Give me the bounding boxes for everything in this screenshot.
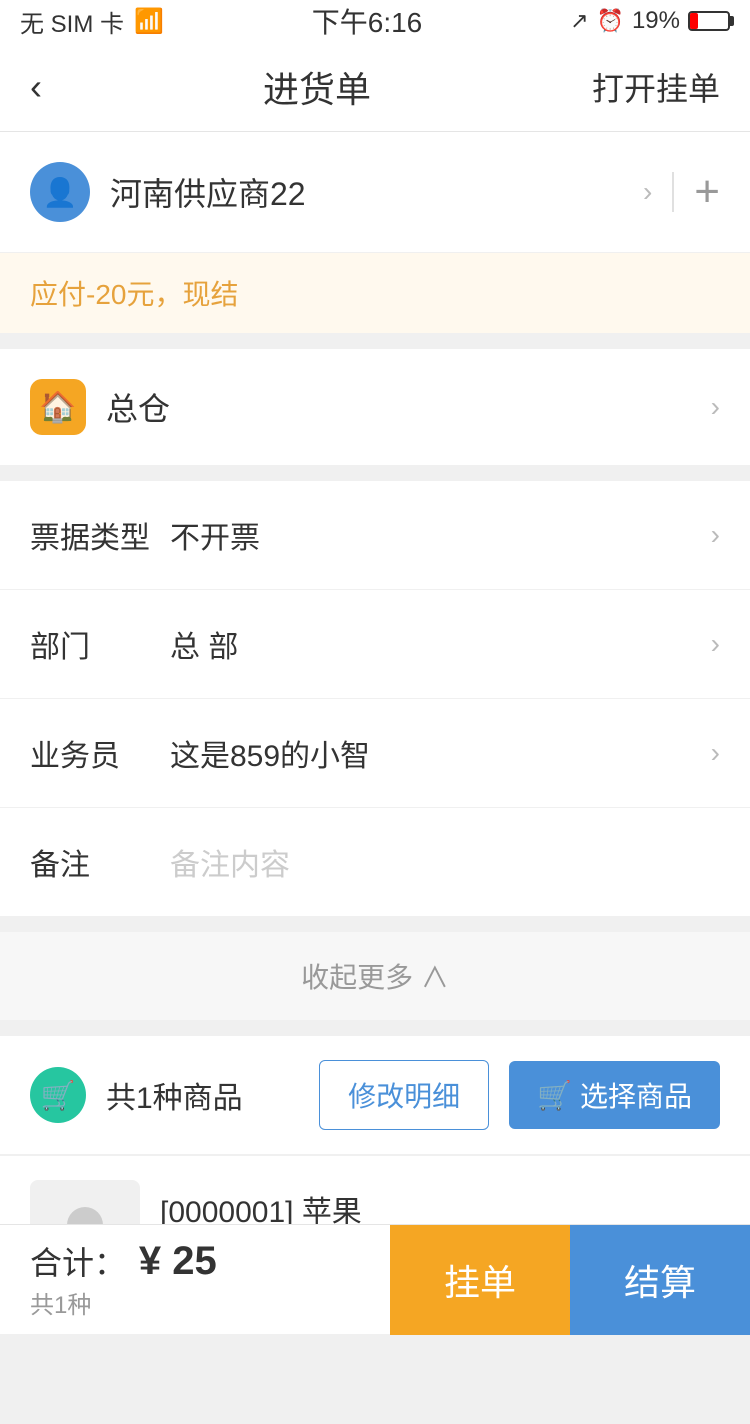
department-value: 总 部: [170, 622, 711, 666]
warehouse-section[interactable]: 🏠 总仓 ›: [0, 349, 750, 465]
department-chevron-icon: ›: [711, 628, 720, 660]
status-right: ↗ ⏰ 19%: [570, 7, 730, 35]
bag-icon: 🛒: [41, 1079, 76, 1112]
remark-row[interactable]: 备注 备注内容: [0, 808, 750, 916]
salesperson-chevron-icon: ›: [711, 737, 720, 769]
total-amount: ¥ 25: [139, 1239, 217, 1283]
supplier-section: 👤 河南供应商22 › + 应付-20元，现结: [0, 132, 750, 333]
hang-button[interactable]: 挂单: [390, 1225, 570, 1335]
select-product-icon: 🛒: [537, 1079, 572, 1112]
salesperson-value: 这是859的小智: [170, 731, 711, 775]
bottom-bar: 合计： ¥ 25 共1种 挂单 结算: [0, 1224, 750, 1334]
form-section: 票据类型 不开票 › 部门 总 部 › 业务员 这是859的小智 › 备注 备注…: [0, 481, 750, 916]
remark-label: 备注: [30, 840, 150, 884]
product-section-icon: 🛒: [30, 1067, 86, 1123]
open-hang-button[interactable]: 打开挂单: [592, 64, 720, 110]
collapse-bar[interactable]: 收起更多 ∧: [0, 932, 750, 1020]
add-supplier-button[interactable]: +: [694, 167, 720, 217]
department-row[interactable]: 部门 总 部 ›: [0, 590, 750, 699]
total-label: 合计：: [30, 1245, 126, 1281]
total-section: 合计： ¥ 25 共1种: [0, 1238, 390, 1321]
salesperson-row[interactable]: 业务员 这是859的小智 ›: [0, 699, 750, 808]
location-icon: ↗: [570, 8, 588, 34]
product-header: 🛒 共1种商品 修改明细 🛒 选择商品: [0, 1036, 750, 1154]
alarm-icon: ⏰: [597, 8, 624, 34]
remark-input[interactable]: 备注内容: [170, 840, 720, 884]
battery-percent: 19%: [632, 7, 680, 35]
product-count: 共1种商品: [106, 1073, 299, 1117]
department-label: 部门: [30, 622, 150, 666]
warehouse-chevron-icon: ›: [711, 391, 720, 423]
avatar-icon: 👤: [43, 176, 78, 209]
warehouse-name: 总仓: [106, 384, 711, 430]
nav-bar: ‹ 进货单 打开挂单: [0, 42, 750, 132]
select-product-label: 选择商品: [580, 1075, 692, 1115]
status-time: 下午6:16: [312, 1, 423, 41]
total-sub-row: 共1种: [30, 1284, 360, 1321]
checkout-button[interactable]: 结算: [570, 1225, 750, 1335]
status-carrier: 无 SIM 卡 📶: [20, 4, 164, 39]
total-row: 合计： ¥ 25: [30, 1238, 360, 1284]
select-product-button[interactable]: 🛒 选择商品: [509, 1061, 720, 1129]
battery-icon: [688, 11, 730, 31]
collapse-text: 收起更多 ∧: [301, 956, 449, 996]
page-title: 进货单: [263, 61, 371, 113]
warehouse-icon: 🏠: [30, 379, 86, 435]
invoice-chevron-icon: ›: [711, 519, 720, 551]
supplier-chevron-icon: ›: [643, 176, 652, 208]
carrier-text: 无 SIM 卡: [20, 4, 124, 39]
notice-bar: 应付-20元，现结: [0, 253, 750, 333]
supplier-row[interactable]: 👤 河南供应商22 › +: [0, 132, 750, 253]
supplier-actions: › +: [643, 167, 720, 217]
total-sub-label: 共1种: [30, 1292, 91, 1319]
back-button[interactable]: ‹: [30, 66, 42, 108]
supplier-name: 河南供应商22: [110, 169, 643, 215]
salesperson-label: 业务员: [30, 731, 150, 775]
status-bar: 无 SIM 卡 📶 下午6:16 ↗ ⏰ 19%: [0, 0, 750, 42]
edit-detail-button[interactable]: 修改明细: [319, 1060, 489, 1130]
supplier-avatar: 👤: [30, 162, 90, 222]
invoice-type-row[interactable]: 票据类型 不开票 ›: [0, 481, 750, 590]
invoice-type-value: 不开票: [170, 513, 711, 557]
invoice-type-label: 票据类型: [30, 513, 150, 557]
divider: [672, 172, 674, 212]
wifi-icon: 📶: [134, 7, 164, 36]
